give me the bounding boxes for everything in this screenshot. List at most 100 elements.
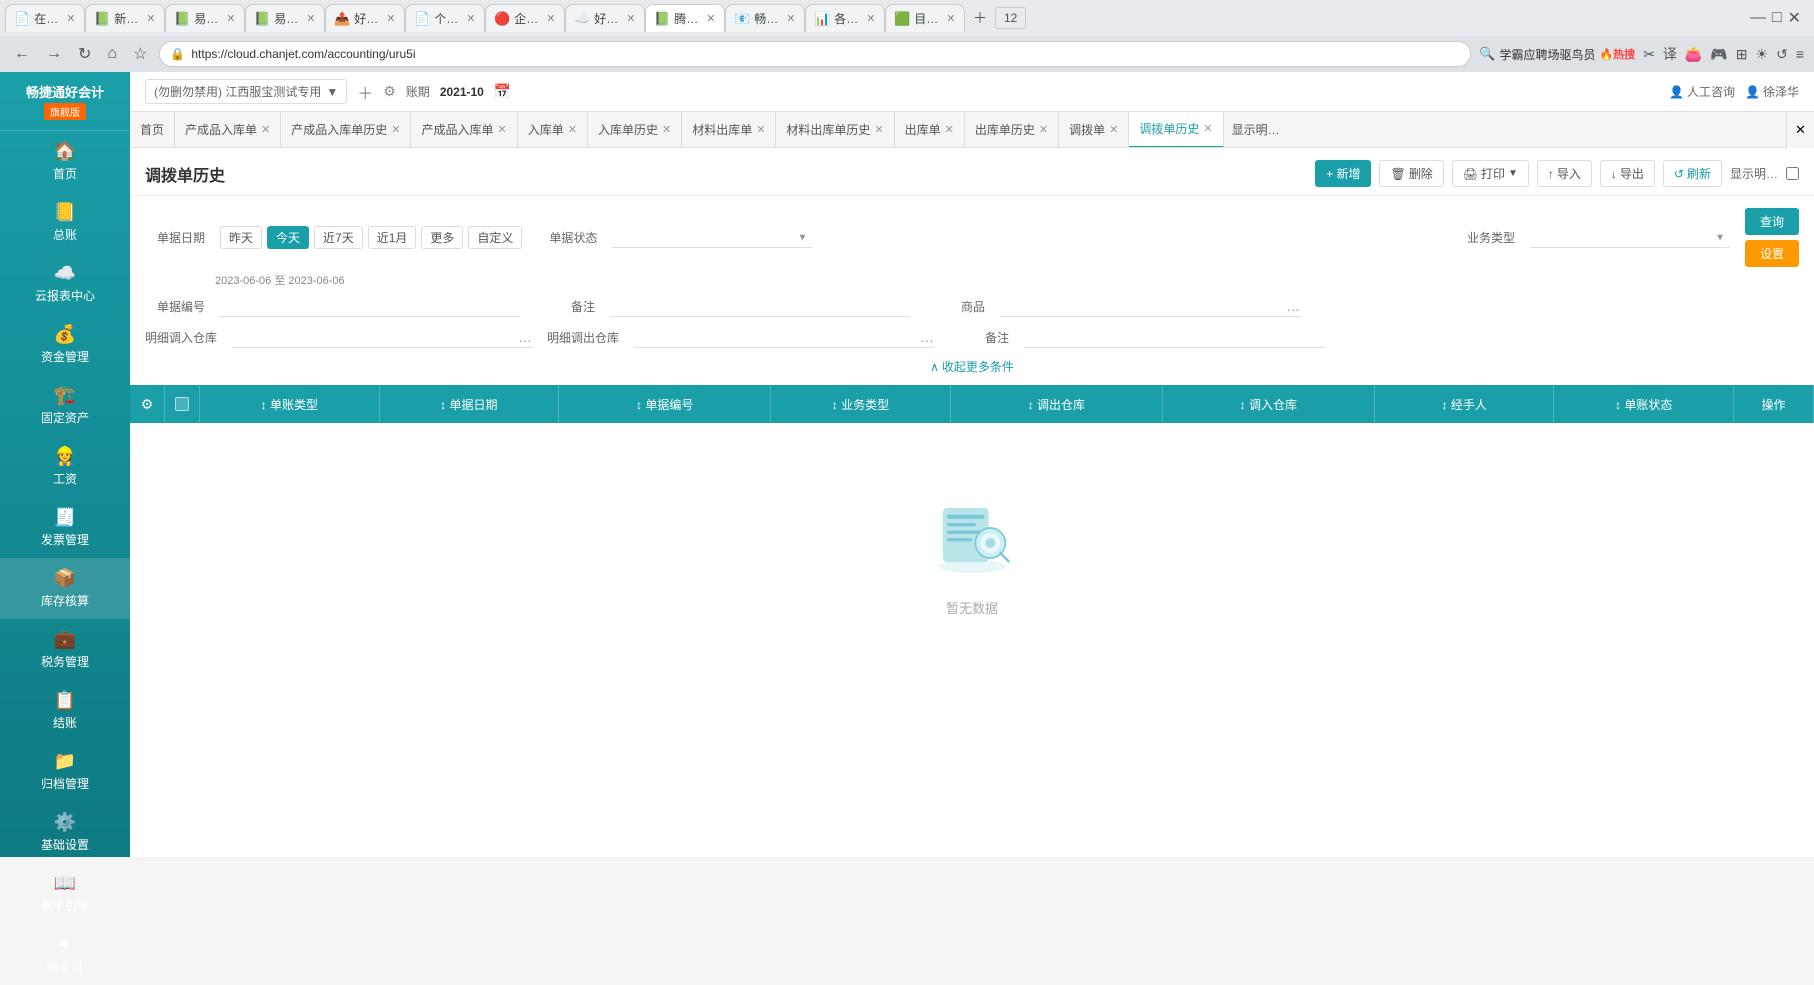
browser-tab-5[interactable]: 📤 好… ✕ [325,4,405,32]
browser-tab-2[interactable]: 📗 新… ✕ [85,4,165,32]
th-biz[interactable]: ↕ 业务类型 [771,385,951,423]
delete-btn[interactable]: 🗑 删除 [1379,160,1443,187]
sun-icon[interactable]: ☀ [1756,46,1769,63]
sidebar-item-inventory[interactable]: 📦 库存核算 [0,558,130,619]
company-selector[interactable]: (勿删勿禁用) 江西服宝测试专用 ▼ [145,79,347,104]
undo-icon[interactable]: ↺ [1776,46,1788,63]
browser-tab-11[interactable]: 🟩 目… ✕ [885,4,965,32]
th-status[interactable]: ↕ 单账状态 [1554,385,1734,423]
tab-close-material-out-history[interactable]: ✕ [874,123,883,136]
maximize-btn[interactable]: □ [1772,9,1782,27]
browser-tab-7[interactable]: 🔴 企… ✕ [485,4,565,32]
print-btn[interactable]: 🖨 打印 ▼ [1452,160,1529,187]
th-in[interactable]: ↕ 调入仓库 [1163,385,1375,423]
translate-icon[interactable]: 译 [1663,44,1677,64]
goods-ellipsis-btn[interactable]: … [1286,298,1300,314]
note2-input[interactable] [1024,327,1324,348]
doc-num-input[interactable] [220,296,520,317]
sidebar-item-home[interactable]: 🏠 首页 [0,131,130,192]
biz-type-select[interactable] [1530,227,1730,248]
reload-btn[interactable]: ↻ [74,42,95,66]
gear-icon[interactable]: ⚙ [383,83,396,100]
more-btn[interactable]: 更多 [421,226,463,249]
tab-close-inbound[interactable]: ✕ [568,123,577,136]
sidebar-item-archive[interactable]: 📁 归档管理 [0,741,130,802]
sidebar-item-tax[interactable]: 💼 税务管理 [0,619,130,680]
tab-material-out[interactable]: 材料出库单 ✕ [682,112,776,148]
th-out[interactable]: ↕ 调出仓库 [951,385,1163,423]
menu-icon[interactable]: ≡ [1796,46,1804,62]
browser-tab-9[interactable]: 📧 畅… ✕ [725,4,805,32]
browser-tab-3[interactable]: 📗 易… ✕ [165,4,245,32]
grid-icon[interactable]: ⊞ [1736,46,1748,63]
th-settings[interactable]: ⚙ [130,385,165,423]
add-btn[interactable]: + 新增 [1315,160,1371,187]
sidebar-item-assets[interactable]: 🏗️ 固定资产 [0,375,130,436]
goods-input[interactable] [1000,296,1286,316]
new-tab-btn[interactable]: ＋ [965,8,995,28]
last-month-btn[interactable]: 近1月 [368,226,417,249]
sidebar-item-salary[interactable]: 👷 工资 [0,436,130,497]
tab-inbound[interactable]: 入库单 ✕ [518,112,588,148]
tab-transfer[interactable]: 调拨单 ✕ [1059,112,1129,148]
browser-tab-1[interactable]: 📄 在… ✕ [5,4,85,32]
tab-product-in-history[interactable]: 产成品入库单历史 ✕ [281,112,411,148]
last7-btn[interactable]: 近7天 [314,226,363,249]
search-bar[interactable]: 🔍 学霸应聘场驱鸟员 🔥热搜 [1479,46,1635,63]
settings-btn[interactable]: 设置 [1745,240,1799,267]
consultant-btn[interactable]: 👤 人工咨询 [1669,83,1735,100]
note-input[interactable] [610,296,910,317]
back-btn[interactable]: ← [10,43,34,65]
tab-close-product-in2[interactable]: ✕ [498,123,507,136]
user-btn[interactable]: 👤 徐泽华 [1745,83,1799,100]
sidebar-item-ledger[interactable]: 📒 总账 [0,192,130,253]
import-btn[interactable]: ↑ 导入 [1537,160,1592,187]
collapse-btn[interactable]: ∧ 收起更多条件 [930,358,1014,375]
tab-close-transfer-history[interactable]: ✕ [1203,122,1212,135]
home-btn[interactable]: ⌂ [103,43,121,65]
extension1-icon[interactable]: 👛 [1685,46,1702,63]
browser-tab-active[interactable]: 📗 腾… ✕ [645,4,725,32]
tab-close-inbound-history[interactable]: ✕ [662,123,671,136]
scissors-icon[interactable]: ✂ [1643,46,1655,63]
sidebar-item-invoice[interactable]: 🧾 发票管理 [0,497,130,558]
tab-transfer-history[interactable]: 调拨单历史 ✕ [1129,112,1223,148]
sidebar-item-report[interactable]: ☁️ 云报表中心 [0,253,130,314]
header-checkbox[interactable] [175,397,189,411]
th-type[interactable]: ↕ 单账类型 [200,385,380,423]
tab-product-in[interactable]: 产成品入库单 ✕ [175,112,281,148]
browser-tab-6[interactable]: 📄 个… ✕ [405,4,485,32]
tab-close-outbound[interactable]: ✕ [945,123,954,136]
tab-close-material-out[interactable]: ✕ [756,123,765,136]
forward-btn[interactable]: → [42,43,66,65]
sidebar-item-fund[interactable]: 💰 资金管理 [0,314,130,375]
tab-counter[interactable]: 12 [995,7,1026,29]
close-page-btn[interactable]: ✕ [1786,112,1814,148]
tab-close-transfer[interactable]: ✕ [1109,123,1118,136]
sidebar-item-vip[interactable]: ✦ 畅会员 [0,924,130,985]
extension2-icon[interactable]: 🎮 [1710,46,1727,63]
show-all-checkbox[interactable] [1786,167,1799,180]
today-btn[interactable]: 今天 [267,226,309,249]
tab-close-product-in[interactable]: ✕ [261,123,270,136]
sidebar-item-close[interactable]: 📋 结账 [0,680,130,741]
tab-outbound-history[interactable]: 出库单历史 ✕ [965,112,1059,148]
detail-out-ellipsis[interactable]: … [920,329,934,345]
refresh-btn[interactable]: ↺ 刷新 [1663,160,1722,187]
detail-out-input[interactable] [634,327,920,347]
query-btn[interactable]: 查询 [1745,208,1799,235]
calendar-icon[interactable]: 📅 [494,83,511,100]
show-all-btn[interactable]: 显示明… [1224,121,1288,138]
tab-material-out-history[interactable]: 材料出库单历史 ✕ [776,112,894,148]
tab-close-product-in-history[interactable]: ✕ [391,123,400,136]
detail-in-input[interactable] [232,327,518,347]
custom-btn[interactable]: 自定义 [468,226,522,249]
yesterday-btn[interactable]: 昨天 [220,226,262,249]
th-checkbox[interactable] [165,385,200,423]
browser-tab-10[interactable]: 📊 各… ✕ [805,4,885,32]
minimize-btn[interactable]: — [1750,9,1766,27]
tab-product-in2[interactable]: 产成品入库单 ✕ [411,112,517,148]
close-btn[interactable]: ✕ [1788,8,1801,28]
browser-tab-4[interactable]: 📗 易… ✕ [245,4,325,32]
export-btn[interactable]: ↓ 导出 [1600,160,1655,187]
